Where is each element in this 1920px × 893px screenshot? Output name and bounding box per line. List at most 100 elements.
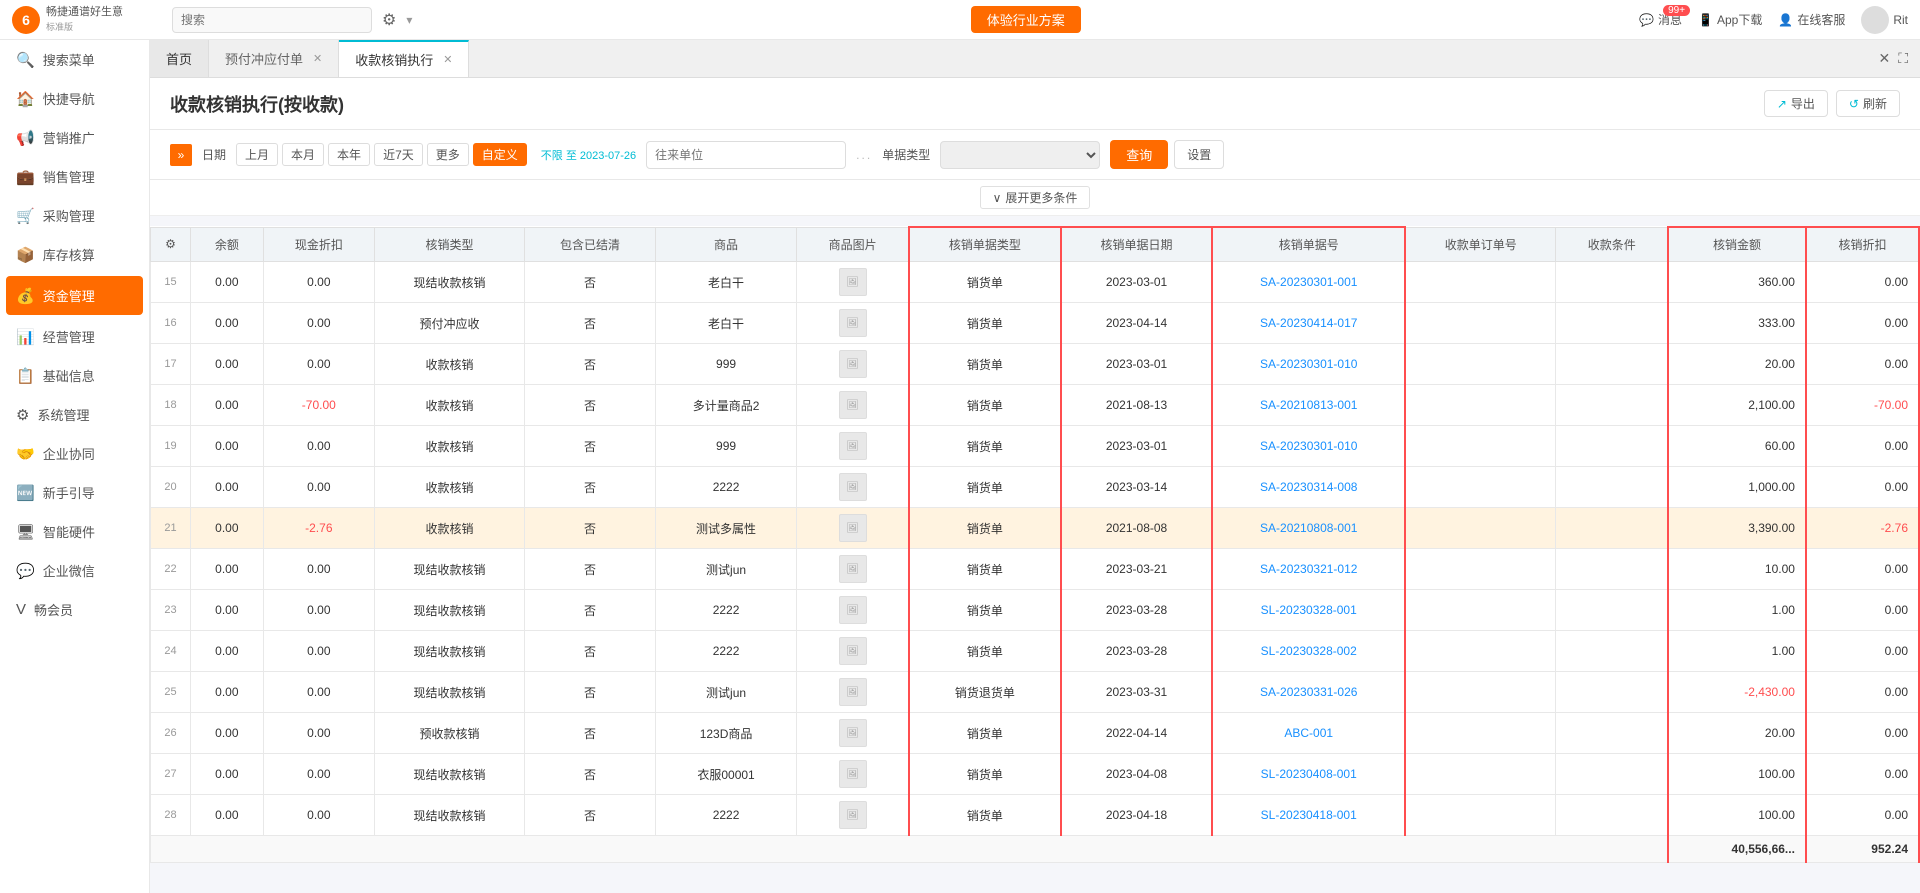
date-btn-7days[interactable]: 近7天 xyxy=(374,143,423,166)
row-product-img[interactable]: 🖼 xyxy=(797,262,909,303)
online-service-item[interactable]: 👤 在线客服 xyxy=(1778,11,1845,28)
settings-button[interactable]: 设置 xyxy=(1174,140,1224,169)
product-image-thumbnail[interactable]: 🖼 xyxy=(839,309,867,337)
tab-receipt-verify[interactable]: 收款核销执行 ✕ xyxy=(339,40,469,77)
sidebar-item-purchase[interactable]: 🛒 采购管理 xyxy=(0,196,149,235)
row-verify-doc-no[interactable]: SA-20230301-001 xyxy=(1212,262,1405,303)
product-image-thumbnail[interactable]: 🖼 xyxy=(839,678,867,706)
row-verify-doc-no[interactable]: SA-20210813-001 xyxy=(1212,385,1405,426)
query-button[interactable]: 查询 xyxy=(1110,140,1168,169)
row-product-img[interactable]: 🖼 xyxy=(797,467,909,508)
doc-no-link[interactable]: SA-20230301-010 xyxy=(1260,357,1357,371)
sidebar-item-operations[interactable]: 📊 经营管理 xyxy=(0,317,149,356)
doc-no-link[interactable]: SL-20230328-002 xyxy=(1261,644,1357,658)
doc-no-link[interactable]: SA-20230301-001 xyxy=(1260,275,1357,289)
doc-no-link[interactable]: SA-20230301-010 xyxy=(1260,439,1357,453)
filter-toggle-button[interactable]: » xyxy=(170,144,192,166)
doc-no-link[interactable]: SA-20230331-026 xyxy=(1260,685,1357,699)
product-image-thumbnail[interactable]: 🖼 xyxy=(839,801,867,829)
doc-no-link[interactable]: SA-20230321-012 xyxy=(1260,562,1357,576)
search-input[interactable] xyxy=(172,7,372,33)
row-product-img[interactable]: 🖼 xyxy=(797,303,909,344)
industry-button[interactable]: 体验行业方案 xyxy=(971,6,1081,33)
sidebar-item-wechat[interactable]: 💬 企业微信 xyxy=(0,551,149,590)
row-verify-doc-no[interactable]: SA-20230414-017 xyxy=(1212,303,1405,344)
doc-no-link[interactable]: SA-20230314-008 xyxy=(1260,480,1357,494)
tab-prepay[interactable]: 预付冲应付单 ✕ xyxy=(209,40,339,77)
th-gear[interactable]: ⚙ xyxy=(151,227,191,262)
product-image-thumbnail[interactable]: 🖼 xyxy=(839,391,867,419)
row-verify-doc-no[interactable]: ABC-001 xyxy=(1212,713,1405,754)
doc-type-select[interactable] xyxy=(940,141,1100,169)
expand-conditions-button[interactable]: ∨ 展开更多条件 xyxy=(980,186,1091,209)
doc-no-link[interactable]: ABC-001 xyxy=(1284,726,1333,740)
date-btn-this-month[interactable]: 本月 xyxy=(282,143,324,166)
row-product-img[interactable]: 🖼 xyxy=(797,713,909,754)
sidebar-item-basic-info[interactable]: 📋 基础信息 xyxy=(0,356,149,395)
tab-home[interactable]: 首页 xyxy=(150,40,209,77)
sidebar-item-smart-hw[interactable]: 🖥 智能硬件 xyxy=(0,512,149,551)
row-product-img[interactable]: 🖼 xyxy=(797,426,909,467)
sidebar-item-finance[interactable]: 💰 资金管理 xyxy=(6,276,143,315)
row-verify-doc-no[interactable]: SL-20230418-001 xyxy=(1212,795,1405,836)
row-verify-doc-no[interactable]: SA-20230321-012 xyxy=(1212,549,1405,590)
doc-no-link[interactable]: SL-20230418-001 xyxy=(1261,808,1357,822)
product-image-thumbnail[interactable]: 🖼 xyxy=(839,637,867,665)
row-verify-doc-no[interactable]: SL-20230328-002 xyxy=(1212,631,1405,672)
product-image-thumbnail[interactable]: 🖼 xyxy=(839,350,867,378)
date-btn-custom[interactable]: 自定义 xyxy=(473,143,527,166)
doc-no-link[interactable]: SA-20230414-017 xyxy=(1260,316,1357,330)
row-verify-doc-no[interactable]: SA-20230331-026 xyxy=(1212,672,1405,713)
sidebar-item-guide[interactable]: 🆕 新手引导 xyxy=(0,473,149,512)
product-image-thumbnail[interactable]: 🖼 xyxy=(839,514,867,542)
sidebar-item-quick-nav[interactable]: 🏠 快捷导航 xyxy=(0,79,149,118)
tab-prepay-close[interactable]: ✕ xyxy=(313,52,322,65)
row-verify-doc-no[interactable]: SL-20230408-001 xyxy=(1212,754,1405,795)
row-product-img[interactable]: 🖼 xyxy=(797,508,909,549)
refresh-button[interactable]: ↺ 刷新 xyxy=(1836,90,1900,117)
sidebar-item-enterprise[interactable]: 🤝 企业协同 xyxy=(0,434,149,473)
doc-no-link[interactable]: SA-20210808-001 xyxy=(1260,521,1357,535)
app-download-item[interactable]: 📱 App下载 xyxy=(1698,11,1762,28)
sidebar-item-system[interactable]: ⚙ 系统管理 xyxy=(0,395,149,434)
table-area[interactable]: ⚙ 余额 现金折扣 核销类型 包含已结清 商品 商品图片 核销单据类型 核销单据… xyxy=(150,216,1920,893)
row-product-img[interactable]: 🖼 xyxy=(797,385,909,426)
product-image-thumbnail[interactable]: 🖼 xyxy=(839,555,867,583)
product-image-thumbnail[interactable]: 🖼 xyxy=(839,473,867,501)
sidebar-item-vip[interactable]: V 畅会员 xyxy=(0,590,149,629)
sidebar-item-search-menu[interactable]: 🔍 搜索菜单 xyxy=(0,40,149,79)
row-product-img[interactable]: 🖼 xyxy=(797,549,909,590)
sidebar-item-inventory[interactable]: 📦 库存核算 xyxy=(0,235,149,274)
row-product-img[interactable]: 🖼 xyxy=(797,344,909,385)
doc-no-link[interactable]: SA-20210813-001 xyxy=(1260,398,1357,412)
sidebar-item-marketing[interactable]: 📢 营销推广 xyxy=(0,118,149,157)
product-image-thumbnail[interactable]: 🖼 xyxy=(839,596,867,624)
product-image-thumbnail[interactable]: 🖼 xyxy=(839,760,867,788)
date-btn-last-month[interactable]: 上月 xyxy=(236,143,278,166)
date-btn-more[interactable]: 更多 xyxy=(427,143,469,166)
partner-input[interactable] xyxy=(646,141,846,169)
date-btn-this-year[interactable]: 本年 xyxy=(328,143,370,166)
row-product-img[interactable]: 🖼 xyxy=(797,631,909,672)
row-verify-doc-no[interactable]: SA-20210808-001 xyxy=(1212,508,1405,549)
row-verify-doc-no[interactable]: SL-20230328-001 xyxy=(1212,590,1405,631)
row-product-img[interactable]: 🖼 xyxy=(797,590,909,631)
product-image-thumbnail[interactable]: 🖼 xyxy=(839,432,867,460)
close-tab-icon[interactable]: ✕ xyxy=(1878,50,1890,67)
sidebar-item-sales[interactable]: 💼 销售管理 xyxy=(0,157,149,196)
export-button[interactable]: ↗ 导出 xyxy=(1764,90,1828,117)
doc-no-link[interactable]: SL-20230408-001 xyxy=(1261,767,1357,781)
dropdown-icon[interactable]: ▾ xyxy=(406,13,412,27)
row-product-img[interactable]: 🖼 xyxy=(797,795,909,836)
gear-icon[interactable]: ⚙ xyxy=(382,10,396,30)
row-verify-doc-no[interactable]: SA-20230301-010 xyxy=(1212,426,1405,467)
notifications-item[interactable]: 💬 消息 99+ xyxy=(1639,11,1682,28)
row-verify-doc-no[interactable]: SA-20230301-010 xyxy=(1212,344,1405,385)
doc-no-link[interactable]: SL-20230328-001 xyxy=(1261,603,1357,617)
product-image-thumbnail[interactable]: 🖼 xyxy=(839,268,867,296)
expand-tab-icon[interactable]: ⛶ xyxy=(1898,50,1908,67)
product-image-thumbnail[interactable]: 🖼 xyxy=(839,719,867,747)
tab-receipt-close[interactable]: ✕ xyxy=(443,53,452,66)
row-verify-doc-no[interactable]: SA-20230314-008 xyxy=(1212,467,1405,508)
row-product-img[interactable]: 🖼 xyxy=(797,672,909,713)
